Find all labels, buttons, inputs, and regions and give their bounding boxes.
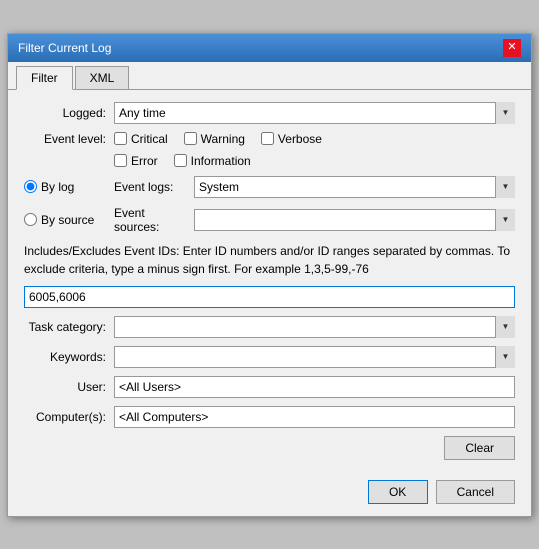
- tabs-bar: Filter XML: [8, 62, 531, 90]
- checkbox-error: Error: [114, 154, 158, 168]
- error-label: Error: [131, 154, 158, 168]
- by-source-label: By source: [41, 213, 94, 227]
- by-log-radio-item: By log: [24, 180, 114, 194]
- checkboxes-row2: Error Information: [114, 154, 515, 168]
- computer-input[interactable]: [114, 406, 515, 428]
- information-checkbox[interactable]: [174, 154, 187, 167]
- filter-content: Logged: Any time Last hour Last 12 hours…: [8, 90, 531, 516]
- task-category-wrap: [114, 316, 515, 338]
- event-logs-label: Event logs:: [114, 180, 194, 194]
- critical-label: Critical: [131, 132, 168, 146]
- task-category-label: Task category:: [24, 320, 114, 334]
- bottom-row: OK Cancel: [24, 472, 515, 504]
- user-input[interactable]: [114, 376, 515, 398]
- event-sources-dropdown[interactable]: [194, 209, 515, 231]
- task-category-dropdown[interactable]: [114, 316, 515, 338]
- checkbox-information: Information: [174, 154, 251, 168]
- user-label: User:: [24, 380, 114, 394]
- computer-label: Computer(s):: [24, 410, 114, 424]
- by-log-label: By log: [41, 180, 74, 194]
- by-log-row: By log Event logs: System: [24, 176, 515, 198]
- event-sources-wrap: [194, 209, 515, 231]
- error-checkbox[interactable]: [114, 154, 127, 167]
- tab-xml[interactable]: XML: [75, 66, 130, 89]
- logged-row: Logged: Any time Last hour Last 12 hours…: [24, 102, 515, 124]
- information-label: Information: [191, 154, 251, 168]
- event-level-row: Event level: Critical Warning Verbose: [24, 132, 515, 146]
- logged-dropdown[interactable]: Any time Last hour Last 12 hours Last 24…: [114, 102, 515, 124]
- keywords-dropdown[interactable]: [114, 346, 515, 368]
- logged-label: Logged:: [24, 106, 114, 120]
- ok-button[interactable]: OK: [368, 480, 428, 504]
- keywords-label: Keywords:: [24, 350, 114, 364]
- user-row: User:: [24, 376, 515, 398]
- warning-checkbox[interactable]: [184, 132, 197, 145]
- logged-dropdown-wrap: Any time Last hour Last 12 hours Last 24…: [114, 102, 515, 124]
- by-log-radio[interactable]: [24, 180, 37, 193]
- clear-button[interactable]: Clear: [444, 436, 515, 460]
- task-category-row: Task category:: [24, 316, 515, 338]
- event-logs-dropdown[interactable]: System: [194, 176, 515, 198]
- checkbox-warning: Warning: [184, 132, 245, 146]
- title-bar: Filter Current Log ✕: [8, 34, 531, 62]
- keywords-wrap: [114, 346, 515, 368]
- by-source-radio[interactable]: [24, 213, 37, 226]
- checkboxes-top: Critical Warning Verbose: [114, 132, 322, 146]
- critical-checkbox[interactable]: [114, 132, 127, 145]
- by-source-row: By source Event sources:: [24, 206, 515, 234]
- event-ids-input[interactable]: [24, 286, 515, 308]
- cancel-button[interactable]: Cancel: [436, 480, 515, 504]
- dialog-title: Filter Current Log: [18, 41, 111, 55]
- close-button[interactable]: ✕: [503, 39, 521, 57]
- verbose-checkbox[interactable]: [261, 132, 274, 145]
- event-sources-label: Event sources:: [114, 206, 194, 234]
- hint-text: Includes/Excludes Event IDs: Enter ID nu…: [24, 242, 515, 278]
- event-ids-row: [24, 286, 515, 308]
- tab-filter[interactable]: Filter: [16, 66, 73, 90]
- computer-row: Computer(s):: [24, 406, 515, 428]
- filter-dialog: Filter Current Log ✕ Filter XML Logged: …: [7, 33, 532, 517]
- event-level-label: Event level:: [24, 132, 114, 146]
- computer-wrap: [114, 406, 515, 428]
- warning-label: Warning: [201, 132, 245, 146]
- event-logs-wrap: System: [194, 176, 515, 198]
- keywords-row: Keywords:: [24, 346, 515, 368]
- by-source-radio-item: By source: [24, 213, 114, 227]
- verbose-label: Verbose: [278, 132, 322, 146]
- checkbox-critical: Critical: [114, 132, 168, 146]
- user-wrap: [114, 376, 515, 398]
- checkbox-verbose: Verbose: [261, 132, 322, 146]
- clear-row: Clear: [24, 436, 515, 460]
